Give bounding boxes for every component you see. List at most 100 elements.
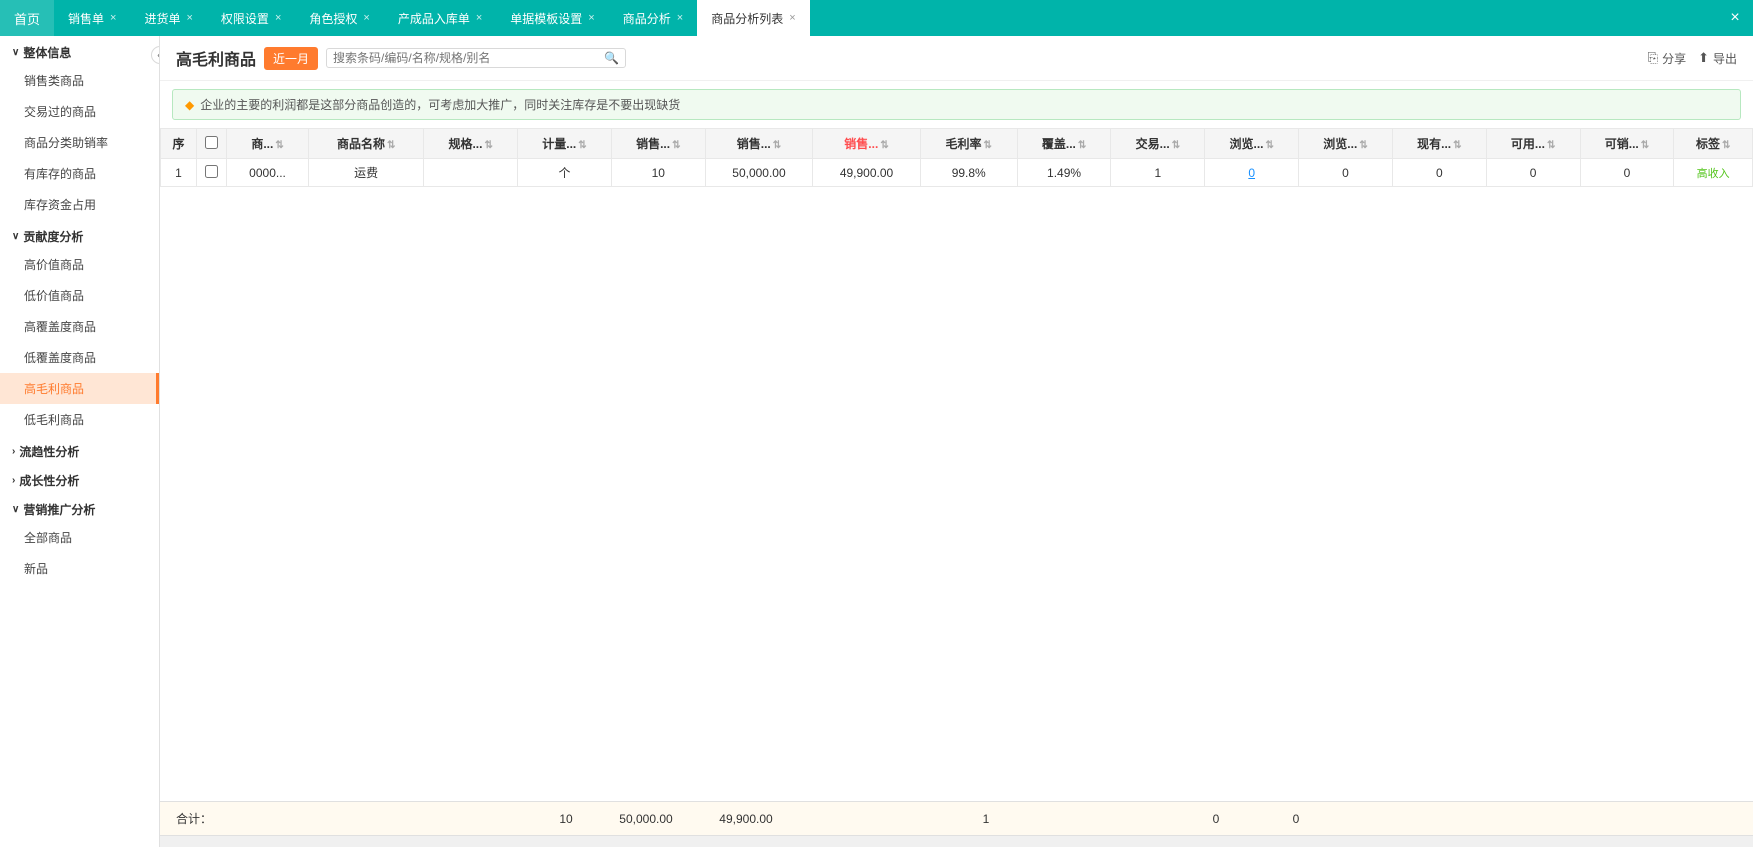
nav-product-analysis-list[interactable]: 商品分析列表 ×: [697, 0, 809, 36]
cell-sales-amount: 50,000.00: [705, 159, 813, 187]
sidebar-group-marketing[interactable]: ∨ 营销推广分析: [0, 493, 159, 522]
close-icon[interactable]: ×: [789, 12, 795, 24]
sidebar-item-low-value[interactable]: 低价值商品: [0, 280, 159, 311]
info-icon: ◆: [185, 98, 194, 112]
search-icon[interactable]: 🔍: [604, 51, 619, 65]
row-checkbox[interactable]: [205, 165, 218, 178]
footer-bar: 合计： 10 50,000.00 49,900.00 1 0 0: [160, 801, 1753, 835]
cell-browse1[interactable]: 0: [1205, 159, 1299, 187]
horizontal-scrollbar[interactable]: [160, 835, 1753, 847]
sidebar-item-low-coverage[interactable]: 低覆盖度商品: [0, 342, 159, 373]
sidebar-item-low-margin[interactable]: 低毛利商品: [0, 404, 159, 435]
footer-cell-sales-qty: [236, 812, 356, 826]
sidebar-item-traded-goods[interactable]: 交易过的商品: [0, 96, 159, 127]
close-icon[interactable]: ×: [363, 12, 369, 24]
cell-sales-qty: 10: [611, 159, 705, 187]
col-sales-qty[interactable]: 销售...⇅: [611, 129, 705, 159]
footer-cell-stock-value: 0: [1176, 812, 1256, 826]
col-name[interactable]: 商品名称⇅: [309, 129, 424, 159]
sidebar-item-stock-capital[interactable]: 库存资金占用: [0, 189, 159, 220]
col-code[interactable]: 商...⇅: [227, 129, 309, 159]
sidebar-item-sales-goods[interactable]: 销售类商品: [0, 65, 159, 96]
filter-recent-month-button[interactable]: 近一月: [264, 47, 318, 70]
footer-cell-trade-value: 1: [956, 812, 1016, 826]
footer-cells: 10 50,000.00 49,900.00 1 0 0: [236, 812, 1737, 826]
footer-cell-available-value: 0: [1256, 812, 1336, 826]
close-icon[interactable]: ×: [476, 12, 482, 24]
col-sellable[interactable]: 可销...⇅: [1580, 129, 1674, 159]
close-icon[interactable]: ×: [186, 12, 192, 24]
table-wrapper: 序 商...⇅ 商品名称⇅ 规格...⇅ 计量...⇅ 销售...⇅ 销售...…: [160, 128, 1753, 801]
nav-purchase[interactable]: 进货单 ×: [130, 0, 206, 36]
export-button[interactable]: ⬆ 导出: [1698, 50, 1737, 67]
chevron-down-icon: ∨: [12, 504, 19, 515]
content-header: 高毛利商品 近一月 🔍 ⎘ 分享 ⬆ 导出: [160, 36, 1753, 81]
cell-name: 运费: [309, 159, 424, 187]
nav-product-in[interactable]: 产成品入库单 ×: [384, 0, 496, 36]
info-bar: ◆ 企业的主要的利润都是这部分商品创造的，可考虑加大推广，同时关注库存是不要出现…: [172, 89, 1741, 120]
col-browse1[interactable]: 浏览...⇅: [1205, 129, 1299, 159]
sidebar-group-trend[interactable]: › 流趋性分析: [0, 435, 159, 464]
nav-role[interactable]: 角色授权 ×: [295, 0, 383, 36]
sidebar-group-overall[interactable]: ∨ 整体信息: [0, 36, 159, 65]
cell-trade-count: 1: [1111, 159, 1205, 187]
footer-cell-spacer4: [876, 812, 956, 826]
data-table: 序 商...⇅ 商品名称⇅ 规格...⇅ 计量...⇅ 销售...⇅ 销售...…: [160, 128, 1753, 187]
sidebar-item-in-stock[interactable]: 有库存的商品: [0, 158, 159, 189]
footer-cell-browse-spacer: [1016, 812, 1096, 826]
content-area: 高毛利商品 近一月 🔍 ⎘ 分享 ⬆ 导出 ◆ 企业的主要的利润都是这部分商品创…: [160, 36, 1753, 847]
col-sales-amount[interactable]: 销售...⇅: [705, 129, 813, 159]
footer-cell-spacer2: [456, 812, 536, 826]
cell-sellable: 0: [1580, 159, 1674, 187]
col-current-stock[interactable]: 现有...⇅: [1392, 129, 1486, 159]
nav-template[interactable]: 单据模板设置 ×: [496, 0, 608, 36]
cell-checkbox[interactable]: [197, 159, 227, 187]
sidebar-item-high-value[interactable]: 高价值商品: [0, 249, 159, 280]
footer-cell-spacer1: [356, 812, 456, 826]
sidebar: « ∨ 整体信息 销售类商品 交易过的商品 商品分类助销率 有库存的商品 库存资…: [0, 36, 160, 847]
nav-home[interactable]: 首页: [0, 0, 54, 36]
info-text: 企业的主要的利润都是这部分商品创造的，可考虑加大推广，同时关注库存是不要出现缺货: [200, 96, 680, 113]
col-available[interactable]: 可用...⇅: [1486, 129, 1580, 159]
sidebar-item-high-coverage[interactable]: 高覆盖度商品: [0, 311, 159, 342]
col-gross-margin[interactable]: 毛利率⇅: [920, 129, 1017, 159]
col-tag[interactable]: 标签⇅: [1674, 129, 1753, 159]
col-checkbox[interactable]: [197, 129, 227, 159]
sidebar-item-all-goods[interactable]: 全部商品: [0, 522, 159, 553]
close-icon[interactable]: ×: [588, 12, 594, 24]
col-spec[interactable]: 规格...⇅: [424, 129, 518, 159]
search-input[interactable]: [333, 51, 604, 65]
nav-sales[interactable]: 销售单 ×: [54, 0, 130, 36]
close-icon[interactable]: ×: [677, 12, 683, 24]
close-all-tabs[interactable]: ×: [1717, 0, 1753, 36]
sidebar-item-high-margin[interactable]: 高毛利商品: [0, 373, 159, 404]
nav-product-analysis[interactable]: 商品分析 ×: [609, 0, 697, 36]
header-actions: ⎘ 分享 ⬆ 导出: [1648, 50, 1737, 67]
cell-spec: [424, 159, 518, 187]
top-nav: 首页 销售单 × 进货单 × 权限设置 × 角色授权 × 产成品入库单 × 单据…: [0, 0, 1753, 36]
cell-browse2: 0: [1299, 159, 1393, 187]
sidebar-item-category-rate[interactable]: 商品分类助销率: [0, 127, 159, 158]
col-unit[interactable]: 计量...⇅: [518, 129, 612, 159]
close-icon[interactable]: ×: [110, 12, 116, 24]
cell-current-stock: 0: [1392, 159, 1486, 187]
col-browse2[interactable]: 浏览...⇅: [1299, 129, 1393, 159]
cell-sales-cost: 49,900.00: [813, 159, 921, 187]
cell-seq: 1: [161, 159, 197, 187]
chevron-down-icon: ∨: [12, 47, 19, 58]
footer-label: 合计：: [176, 810, 216, 827]
close-icon[interactable]: ×: [275, 12, 281, 24]
footer-cell-amount-value: 50,000.00: [596, 812, 696, 826]
col-trade-count[interactable]: 交易...⇅: [1111, 129, 1205, 159]
cell-coverage: 1.49%: [1017, 159, 1111, 187]
cell-available: 0: [1486, 159, 1580, 187]
chevron-right-icon: ›: [12, 446, 15, 457]
sidebar-group-contribution[interactable]: ∨ 贡献度分析: [0, 220, 159, 249]
select-all-checkbox[interactable]: [205, 136, 218, 149]
sidebar-group-growth[interactable]: › 成长性分析: [0, 464, 159, 493]
sidebar-item-new-goods[interactable]: 新品: [0, 553, 159, 584]
col-sales-cost[interactable]: 销售...⇅: [813, 129, 921, 159]
col-coverage[interactable]: 覆盖...⇅: [1017, 129, 1111, 159]
share-button[interactable]: ⎘ 分享: [1648, 50, 1686, 67]
nav-permission[interactable]: 权限设置 ×: [207, 0, 295, 36]
